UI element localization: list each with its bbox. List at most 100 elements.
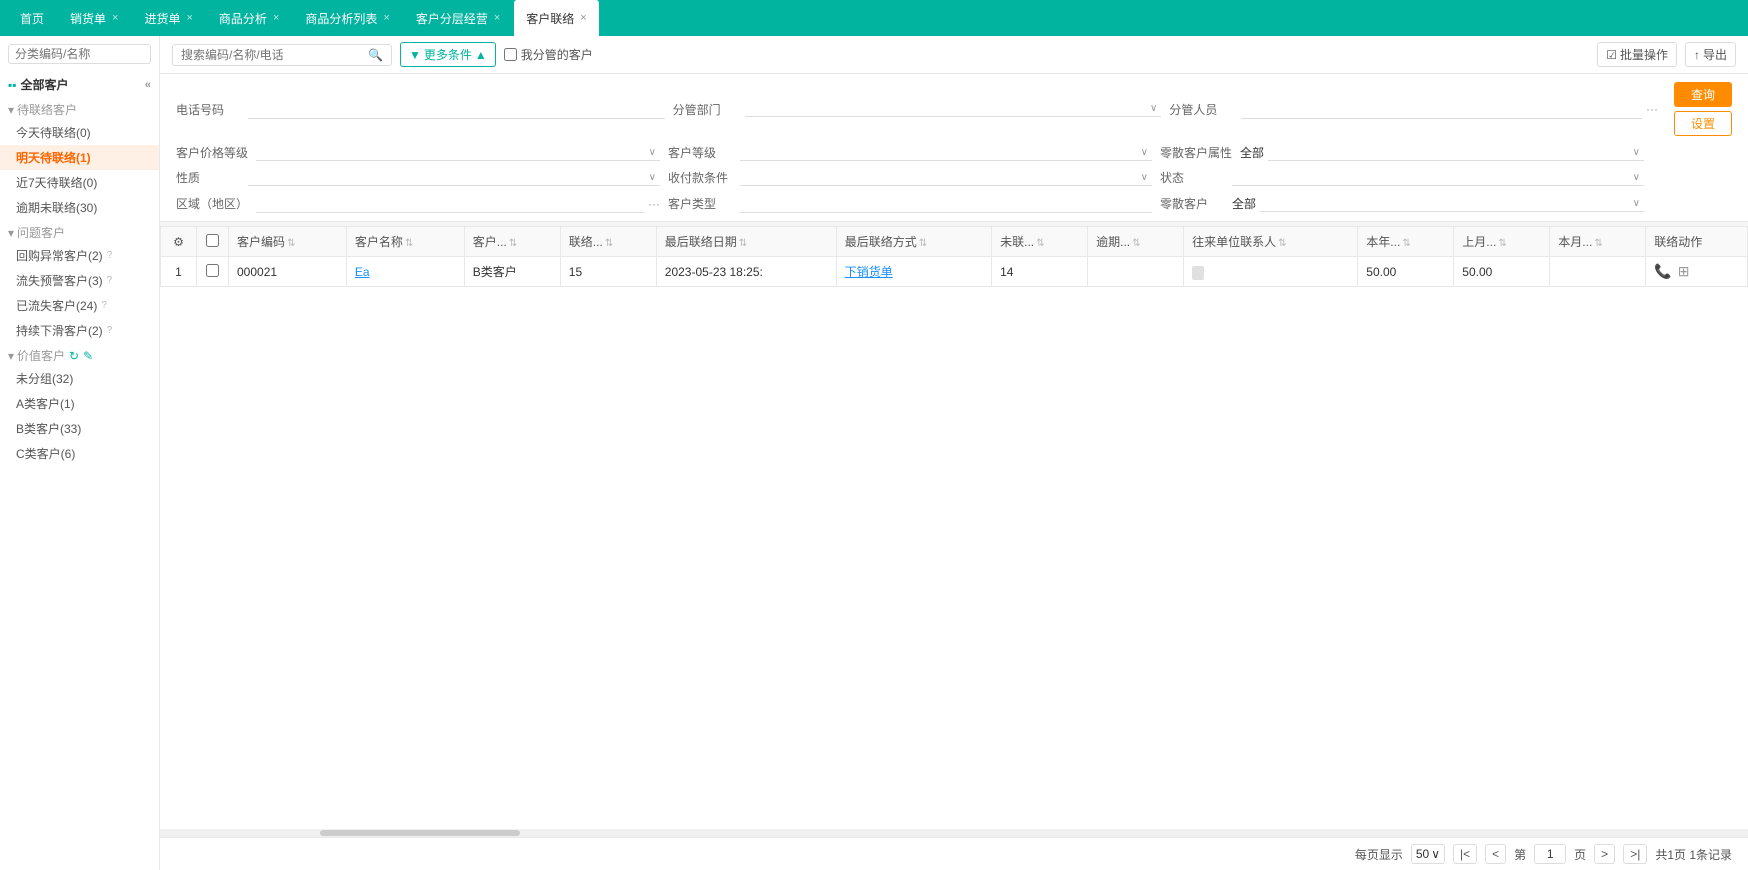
filter-panel: 电话号码 分管部门 ∨ 分管人员 ··· 查询 设置 (160, 74, 1748, 222)
filter-region-input[interactable] (256, 194, 644, 213)
close-icon[interactable]: × (186, 12, 192, 24)
chevron-down-icon: ∨ (1141, 172, 1148, 183)
sidebar-search-box[interactable]: 🔍 (8, 44, 151, 64)
first-page-button[interactable]: |< (1453, 844, 1477, 864)
filter-region-dots-icon[interactable]: ··· (648, 197, 660, 211)
filter-phone-input[interactable] (248, 100, 665, 119)
close-icon[interactable]: × (494, 12, 500, 24)
search-box[interactable]: 🔍 (172, 44, 392, 66)
col-checkbox[interactable] (197, 227, 229, 257)
col-unlink: 未联...⇅ (992, 227, 1088, 257)
sidebar-item-abnormal-repurchase[interactable]: 回购异常客户(2) ? (0, 243, 159, 268)
next-page-button[interactable]: > (1594, 844, 1615, 864)
close-icon[interactable]: × (273, 12, 279, 24)
search-icon[interactable]: 🔍 (368, 48, 383, 62)
export-button[interactable]: ↑ 导出 (1685, 42, 1736, 67)
filter-dots-icon[interactable]: ··· (1646, 102, 1658, 116)
sidebar-item-7days[interactable]: 近7天待联络(0) (0, 170, 159, 195)
prev-page-button[interactable]: < (1485, 844, 1506, 864)
close-icon[interactable]: × (580, 12, 586, 24)
per-page-select[interactable]: 50 ∨ (1411, 844, 1445, 864)
filter-person-input[interactable] (1241, 100, 1642, 119)
sidebar-item-class-b[interactable]: B类客户(33) (0, 416, 159, 441)
close-icon[interactable]: × (112, 12, 118, 24)
sidebar-item-declining[interactable]: 持续下滑客户(2) ? (0, 318, 159, 343)
pagination-footer: 每页显示 50 ∨ |< < 第 页 > >| 共1页 1条记录 (160, 837, 1748, 870)
page-number-input[interactable] (1534, 844, 1566, 864)
nav-product-analysis-list[interactable]: 商品分析列表 × (293, 0, 401, 36)
table-header-row: ⚙ 客户编码⇅ 客户名称⇅ 客户...⇅ 联络...⇅ 最后联络日期⇅ 最后联络… (161, 227, 1748, 257)
cell-checkbox[interactable] (197, 257, 229, 287)
col-settings[interactable]: ⚙ (161, 227, 197, 257)
top-navigation: 首页 销货单 × 进货单 × 商品分析 × 商品分析列表 × 客户分层经营 × … (0, 0, 1748, 36)
search-input[interactable] (181, 48, 368, 62)
filter-row-4: 区域（地区） ··· 客户类型 零散客户 全部 ∨ (176, 194, 1732, 213)
reset-button[interactable]: 设置 (1674, 111, 1732, 136)
cell-year-amount: 50.00 (1358, 257, 1454, 287)
sidebar-item-overdue[interactable]: 逾期未联络(30) (0, 195, 159, 220)
filter-cust-level-label: 客户等级 (668, 144, 732, 161)
horizontal-scrollbar[interactable] (160, 829, 1748, 837)
filter-status-select[interactable]: ∨ (1232, 170, 1644, 186)
collapse-btn[interactable]: « (145, 79, 151, 91)
group-problem-customers[interactable]: ▾ 问题客户 (0, 220, 159, 243)
cell-last-type[interactable]: 下销货单 (836, 257, 991, 287)
nav-purchase-order[interactable]: 进货单 × (132, 0, 204, 36)
filter-payment-select[interactable]: ∨ (740, 170, 1152, 186)
more-filter-button[interactable]: ▼ 更多条件 ▲ (400, 42, 496, 67)
filter-dept-select[interactable]: ∨ (745, 101, 1162, 117)
group-value-customers[interactable]: ▾ 价值客户 ↻ ✎ (0, 343, 159, 366)
batch-operation-button[interactable]: ☑ 批量操作 (1597, 42, 1677, 67)
sidebar-search-input[interactable] (15, 47, 160, 61)
filter-sparse-cust-value: 全部 (1232, 195, 1256, 212)
filter-nature-select[interactable]: ∨ (248, 170, 660, 186)
sidebar-item-class-a[interactable]: A类客户(1) (0, 391, 159, 416)
last-contact-type-link[interactable]: 下销货单 (845, 265, 893, 279)
filter-price-select[interactable]: ∨ (256, 145, 660, 161)
filter-cust-level-select[interactable]: ∨ (740, 145, 1152, 161)
refresh-icon[interactable]: ↻ (69, 349, 79, 363)
query-button[interactable]: 查询 (1674, 82, 1732, 107)
sidebar-item-churn-warning[interactable]: 流失预警客户(3) ? (0, 268, 159, 293)
sort-icon: ⇅ (1036, 238, 1044, 249)
filter-region: 区域（地区） ··· (176, 194, 660, 213)
group-pending-contact[interactable]: ▾ 待联络客户 (0, 97, 159, 120)
filter-sparse-attr-select[interactable]: ∨ (1268, 145, 1644, 161)
nav-sales-order[interactable]: 销货单 × (58, 0, 130, 36)
sidebar-item-class-c[interactable]: C类客户(6) (0, 441, 159, 466)
grid-action-icon[interactable]: ⊞ (1678, 263, 1690, 280)
filter-dept-label: 分管部门 (673, 101, 737, 118)
close-icon[interactable]: × (383, 12, 389, 24)
sidebar-item-ungrouped[interactable]: 未分组(32) (0, 366, 159, 391)
my-customers-checkbox[interactable] (504, 48, 517, 61)
all-customers-header[interactable]: ▪▪ 全部客户 « (0, 72, 159, 97)
col-name: 客户名称⇅ (346, 227, 464, 257)
edit-icon[interactable]: ✎ (83, 349, 93, 363)
nav-customer-contact[interactable]: 客户联络 × (514, 0, 598, 36)
customer-name-link[interactable]: Ea (355, 265, 370, 279)
sidebar-item-tomorrow[interactable]: 明天待联络(1) (0, 145, 159, 170)
chevron-down-icon: ∨ (649, 172, 656, 183)
filter-status-label: 状态 (1160, 169, 1224, 186)
sort-icon: ⇅ (605, 238, 613, 249)
phone-action-icon[interactable]: 📞 (1654, 263, 1671, 280)
sort-icon: ⇅ (1132, 238, 1140, 249)
sidebar-item-churned[interactable]: 已流失客户(24) ? (0, 293, 159, 318)
sort-icon: ⇅ (1402, 238, 1410, 249)
filter-sparse-cust-select[interactable]: ∨ (1260, 196, 1644, 212)
nav-home[interactable]: 首页 (8, 0, 56, 36)
my-customers-checkbox-label[interactable]: 我分管的客户 (504, 46, 593, 63)
last-page-button[interactable]: >| (1623, 844, 1647, 864)
sidebar-item-today[interactable]: 今天待联络(0) (0, 120, 159, 145)
filter-sparse-customer: 零散客户 全部 ∨ (1160, 195, 1644, 212)
select-all-checkbox[interactable] (206, 234, 219, 247)
sort-icon: ⇅ (1594, 238, 1602, 249)
filter-phone: 电话号码 (176, 100, 665, 119)
row-checkbox[interactable] (206, 264, 219, 277)
nav-customer-stratification[interactable]: 客户分层经营 × (404, 0, 512, 36)
nav-product-analysis[interactable]: 商品分析 × (207, 0, 291, 36)
cell-name[interactable]: Ea (346, 257, 464, 287)
filter-cust-type-input[interactable] (740, 194, 1152, 213)
filter-cust-type-label: 客户类型 (668, 195, 732, 212)
scrollbar-thumb[interactable] (320, 830, 520, 836)
